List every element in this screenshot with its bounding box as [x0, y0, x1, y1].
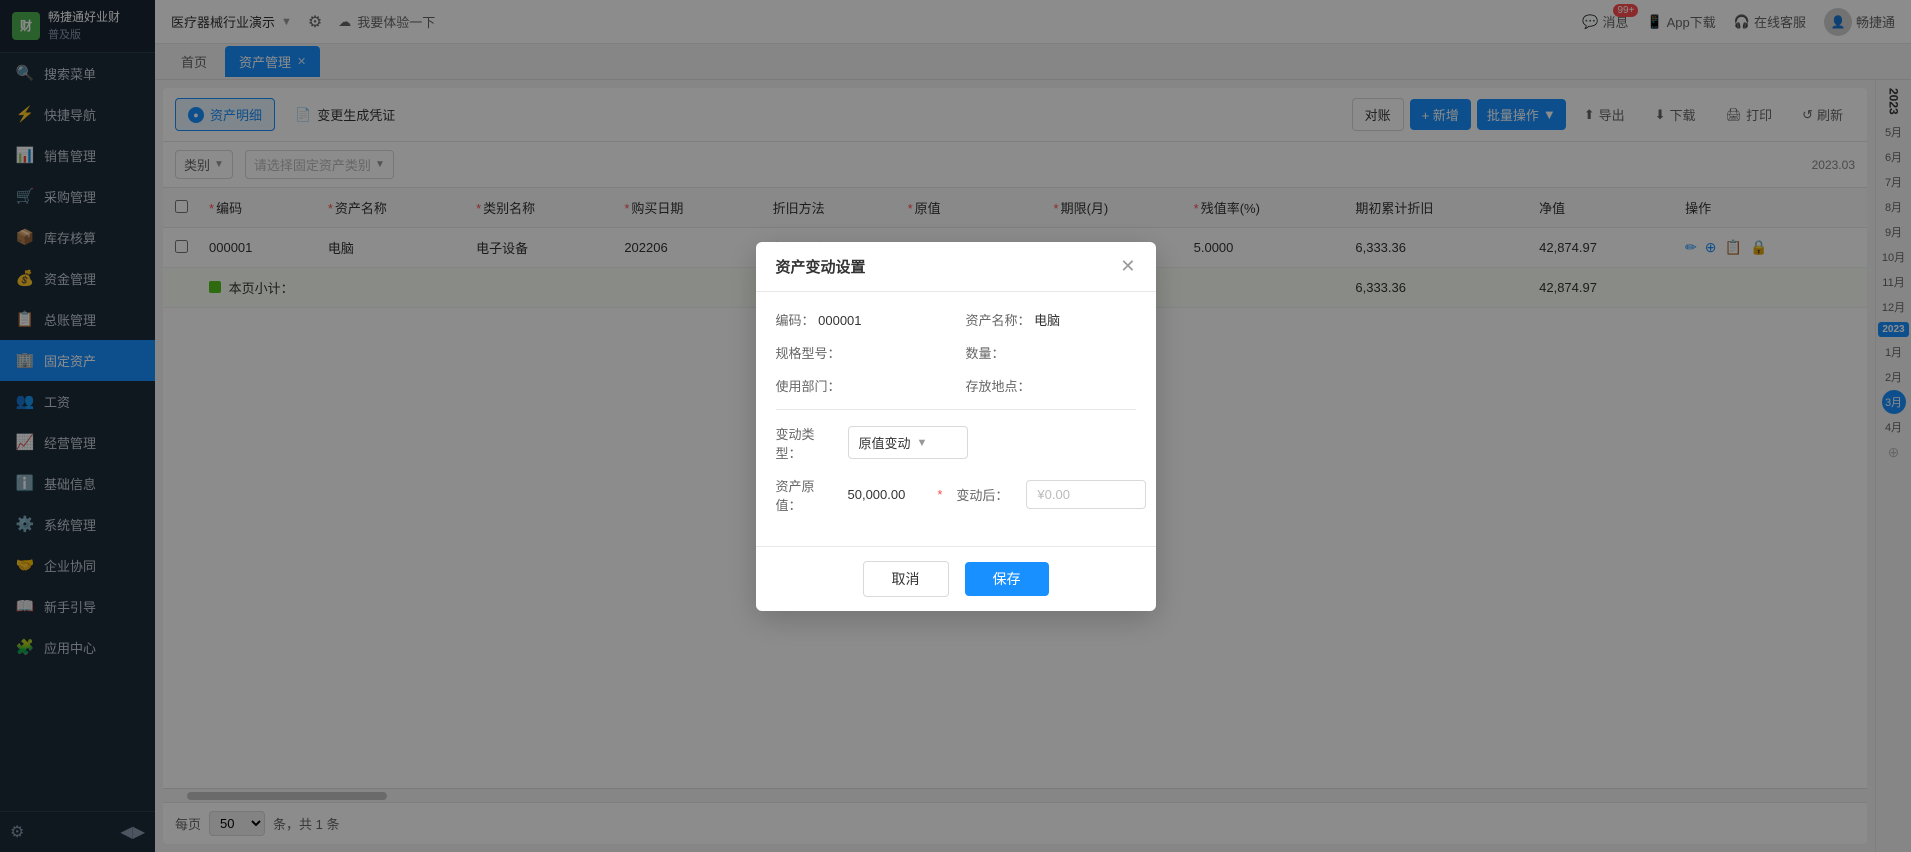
modal-change-type-select[interactable]: 原值变动 ▼ [848, 426, 968, 459]
modal-title: 资产变动设置 [776, 256, 866, 277]
modal-change-type-label: 变动类型： [776, 424, 836, 462]
modal-overlay[interactable]: 资产变动设置 ✕ 编码： 000001 资产名称： 电脑 规格型号： [0, 0, 1911, 852]
modal-department-field: 使用部门： [776, 376, 946, 395]
modal-after-required: * [937, 487, 942, 502]
modal-change-type-value: 原值变动 [859, 433, 911, 452]
modal-code-label: 编码： [776, 313, 815, 328]
modal-after-change-input[interactable] [1026, 480, 1146, 509]
modal-change-type-row: 变动类型： 原值变动 ▼ [776, 424, 1136, 462]
modal-name-field: 资产名称： 电脑 [966, 310, 1136, 329]
modal-location-field: 存放地点： [966, 376, 1136, 395]
modal-close-icon[interactable]: ✕ [1120, 256, 1135, 277]
modal-cancel-button[interactable]: 取消 [863, 561, 949, 597]
modal-after-change-label: 变动后： [956, 485, 1008, 504]
modal-code-field: 编码： 000001 [776, 310, 946, 329]
modal-spec-label: 规格型号： [776, 346, 841, 361]
modal-location-label: 存放地点： [966, 379, 1031, 394]
modal-asset-name-value: 电脑 [1034, 313, 1060, 328]
modal-save-button[interactable]: 保存 [965, 562, 1049, 596]
modal-body: 编码： 000001 资产名称： 电脑 规格型号： 数量： [756, 292, 1156, 546]
modal-info-row-2: 规格型号： 数量： [776, 343, 1136, 362]
modal-footer: 取消 保存 [756, 546, 1156, 611]
modal-info-row-3: 使用部门： 存放地点： [776, 376, 1136, 395]
modal-quantity-field: 数量： [966, 343, 1136, 362]
asset-change-modal: 资产变动设置 ✕ 编码： 000001 资产名称： 电脑 规格型号： [756, 242, 1156, 611]
modal-info-row-1: 编码： 000001 资产名称： 电脑 [776, 310, 1136, 329]
modal-header: 资产变动设置 ✕ [756, 242, 1156, 292]
modal-change-type-arrow: ▼ [917, 437, 928, 449]
modal-code-value: 000001 [818, 313, 861, 328]
modal-dept-label: 使用部门： [776, 379, 841, 394]
modal-value-row: 资产原值： 50,000.00 * 变动后： [776, 476, 1136, 514]
modal-asset-name-label: 资产名称： [966, 313, 1031, 328]
modal-original-value-label: 资产原值： [776, 476, 836, 514]
modal-original-value-display: 50,000.00 [848, 487, 906, 502]
modal-spec-field: 规格型号： [776, 343, 946, 362]
modal-quantity-label: 数量： [966, 346, 1005, 361]
modal-divider [776, 409, 1136, 410]
